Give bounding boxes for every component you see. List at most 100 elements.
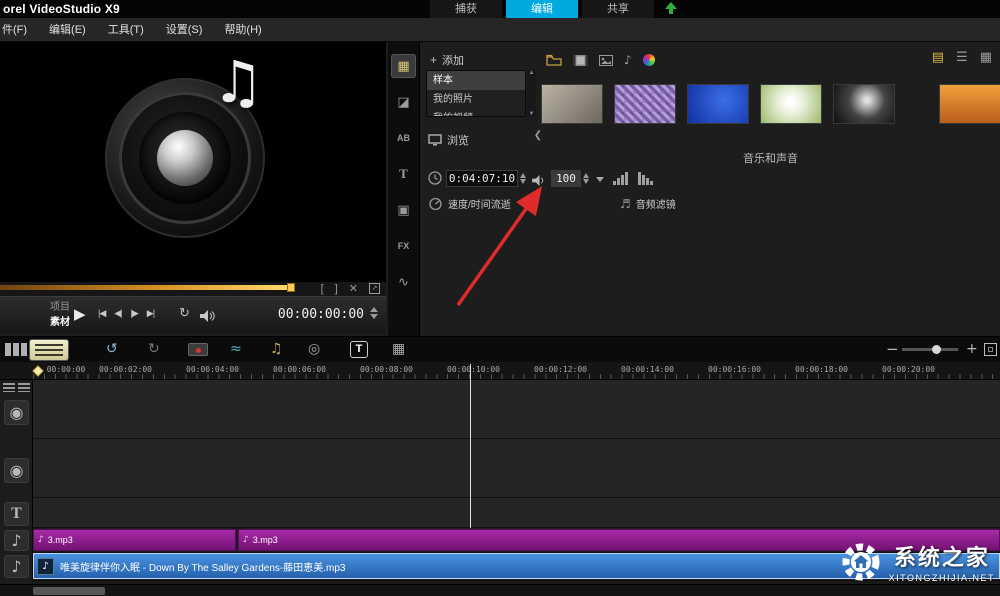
media-thumbnail-1[interactable]: [541, 84, 603, 124]
transitions-icon[interactable]: ◪: [391, 90, 416, 114]
fade-out-icon[interactable]: [637, 172, 655, 190]
split-clip-icon[interactable]: ✕: [349, 282, 358, 296]
subtitle-editor-icon[interactable]: T: [350, 341, 368, 358]
smart-list-view-icon[interactable]: ▤: [932, 50, 944, 65]
media-thumbnail-5[interactable]: [833, 84, 895, 124]
filter-video-icon[interactable]: [573, 55, 588, 66]
audio-filter-button[interactable]: ♬ 音频滤镜: [620, 196, 676, 211]
audio-clip-2[interactable]: ♪ 3.mp3: [238, 529, 1000, 551]
clip-volume-field[interactable]: 100: [551, 170, 581, 187]
timeline-view-button[interactable]: [30, 340, 68, 360]
auto-music-icon[interactable]: ♫: [270, 340, 283, 358]
media-thumbnail-4[interactable]: [760, 84, 822, 124]
clip-mode-button[interactable]: 素材: [50, 315, 70, 330]
track-manager-icon[interactable]: [3, 383, 15, 392]
trim-handle[interactable]: [287, 283, 295, 292]
timeline-scrollbar[interactable]: [0, 584, 1000, 596]
timeline-zoom-slider[interactable]: [902, 348, 958, 351]
media-thumbnail-6[interactable]: [939, 84, 1000, 124]
music-track-icon[interactable]: ♪: [4, 555, 29, 578]
fade-in-icon[interactable]: [612, 172, 630, 190]
collapse-panel-icon[interactable]: ❮: [532, 130, 544, 144]
record-capture-icon[interactable]: [188, 343, 208, 356]
import-folder-icon[interactable]: [546, 54, 562, 66]
play-button[interactable]: ▶: [74, 305, 86, 323]
tab-share[interactable]: 共享: [582, 0, 654, 18]
menu-tools[interactable]: 工具(T): [97, 18, 155, 42]
video-track-icon[interactable]: ◉: [4, 400, 29, 425]
add-folder-button[interactable]: + 添加: [430, 52, 464, 68]
folder-item-my-videos[interactable]: 我的视频: [427, 109, 525, 117]
duration-up-icon[interactable]: [520, 173, 526, 178]
timecode-down-icon[interactable]: [370, 314, 378, 319]
duration-down-icon[interactable]: [520, 179, 526, 184]
timecode-up-icon[interactable]: [370, 307, 378, 312]
tab-capture[interactable]: 捕获: [430, 0, 502, 18]
video-track-row[interactable]: [33, 380, 1000, 439]
motion-path-icon[interactable]: ∿: [391, 270, 416, 294]
previous-frame-icon[interactable]: ◀|: [114, 308, 121, 319]
overlay-track-row[interactable]: [33, 439, 1000, 498]
upgrade-arrow-icon[interactable]: [664, 2, 678, 15]
folder-item-my-photos[interactable]: 我的照片: [427, 90, 525, 109]
selected-music-clip[interactable]: ♪ 唯美旋律伴你入眠 - Down By The Salley Gardens-…: [33, 553, 1000, 579]
go-to-start-icon[interactable]: |◀: [98, 308, 105, 319]
timeline-ruler[interactable]: 00:00:00 00:00:02:00 00:00:04:00 00:00:0…: [0, 362, 1000, 380]
browse-button[interactable]: 浏览: [428, 132, 469, 148]
media-thumbnail-2[interactable]: [614, 84, 676, 124]
sound-track-icon[interactable]: ♪: [4, 530, 29, 551]
zoom-in-icon[interactable]: +: [966, 340, 978, 358]
filter-photo-icon[interactable]: [599, 55, 613, 66]
zoom-out-icon[interactable]: −: [886, 340, 899, 358]
overlay-track-icon[interactable]: ◉: [4, 458, 29, 483]
filter-audio-icon[interactable]: ♪: [624, 53, 632, 67]
volume-down-icon[interactable]: [583, 179, 589, 184]
menu-settings[interactable]: 设置(S): [155, 18, 214, 42]
mark-in-icon[interactable]: [: [321, 282, 324, 296]
folder-item-samples[interactable]: 样本: [427, 71, 525, 90]
audio-clip-1[interactable]: ♪ 3.mp3: [33, 529, 236, 551]
ripple-edit-icon[interactable]: [18, 383, 30, 392]
storyboard-view-icon[interactable]: [5, 343, 27, 356]
menu-help[interactable]: 帮助(H): [213, 18, 272, 42]
scroll-up-icon[interactable]: ▲: [529, 70, 535, 76]
sound-track-row[interactable]: ♪ 3.mp3 ♪ 3.mp3: [33, 528, 1000, 553]
thumbnail-view-icon[interactable]: ▦: [980, 50, 992, 65]
tab-edit[interactable]: 编辑: [506, 0, 578, 18]
volume-up-icon[interactable]: [583, 173, 589, 178]
media-thumbnail-3[interactable]: [687, 84, 749, 124]
loop-playback-icon[interactable]: ↻: [179, 305, 190, 321]
scroll-down-icon[interactable]: ▼: [529, 111, 535, 117]
volume-dropdown-icon[interactable]: [596, 177, 604, 182]
undo-icon[interactable]: ↺: [106, 340, 118, 358]
sound-mixer-icon[interactable]: ≈: [230, 340, 242, 358]
music-track-row[interactable]: ♪ 唯美旋律伴你入眠 - Down By The Salley Gardens-…: [33, 553, 1000, 581]
fit-timeline-icon[interactable]: [984, 343, 997, 356]
motion-tracking-icon[interactable]: ◎: [308, 340, 320, 358]
title-track-row[interactable]: [33, 498, 1000, 528]
redo-icon[interactable]: ↻: [148, 340, 160, 358]
timeline-scrollbar-thumb[interactable]: [33, 587, 105, 595]
menu-edit[interactable]: 编辑(E): [38, 18, 97, 42]
filter-all-media-icon[interactable]: [643, 54, 655, 66]
filter-fx-icon[interactable]: FX: [391, 234, 416, 258]
menu-file[interactable]: 件(F): [0, 18, 38, 42]
media-library-icon[interactable]: ▦: [391, 54, 416, 78]
graphics-icon[interactable]: ▣: [391, 198, 416, 222]
clip-duration-field[interactable]: 0:04:07:10: [446, 170, 518, 187]
title-icon[interactable]: T: [391, 162, 416, 186]
project-mode-button[interactable]: 项目: [50, 300, 70, 315]
mark-out-icon[interactable]: ]: [335, 282, 338, 296]
go-to-end-icon[interactable]: ▶|: [147, 308, 154, 319]
enlarge-preview-icon[interactable]: ↗: [369, 283, 380, 294]
title-track-icon[interactable]: T: [4, 502, 29, 526]
next-frame-icon[interactable]: |▶: [131, 308, 138, 319]
multi-trim-icon[interactable]: ▦: [392, 340, 405, 358]
transition-ab-icon[interactable]: AB: [391, 126, 416, 150]
zoom-slider-thumb[interactable]: [932, 345, 941, 354]
playhead-line[interactable]: [470, 364, 471, 528]
list-view-icon[interactable]: ☰: [956, 50, 968, 65]
speed-timelapse-button[interactable]: 速度/时间流逝: [428, 196, 511, 211]
trim-progress-bar[interactable]: [0, 285, 290, 290]
preview-volume-icon[interactable]: [200, 309, 216, 327]
